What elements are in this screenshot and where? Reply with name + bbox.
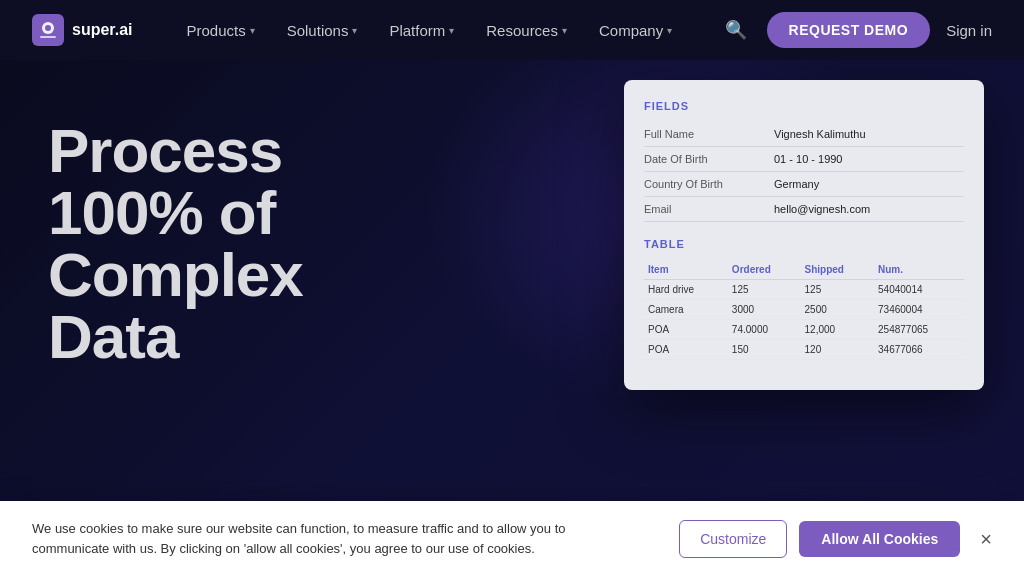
chevron-down-icon: ▾: [250, 25, 255, 36]
hero-section: Process 100% of Complex Data FIELDS Full…: [0, 60, 1024, 576]
table-row: Camera3000250073460004: [644, 300, 964, 320]
nav-item-resources[interactable]: Resources ▾: [472, 14, 581, 47]
col-header-shipped: Shipped: [801, 260, 875, 280]
logo-icon: [32, 14, 64, 46]
search-icon: 🔍: [725, 20, 747, 40]
nav-actions: 🔍 REQUEST DEMO Sign in: [721, 12, 992, 48]
nav-item-solutions[interactable]: Solutions ▾: [273, 14, 372, 47]
chevron-down-icon: ▾: [562, 25, 567, 36]
allow-cookies-button[interactable]: Allow All Cookies: [799, 521, 960, 557]
logo-text: super.ai: [72, 21, 132, 39]
nav-item-platform[interactable]: Platform ▾: [375, 14, 468, 47]
cookie-text: We use cookies to make sure our website …: [32, 519, 632, 558]
close-cookie-banner-button[interactable]: ×: [980, 529, 992, 549]
chevron-down-icon: ▾: [449, 25, 454, 36]
table-section: TABLE Item Ordered Shipped Num. Hard dri…: [644, 238, 964, 360]
navigation: super.ai Products ▾ Solutions ▾ Platform…: [0, 0, 1024, 60]
field-row-fullname: Full Name Vignesh Kalimuthu: [644, 122, 964, 147]
table-label: TABLE: [644, 238, 964, 250]
data-table: Item Ordered Shipped Num. Hard drive1251…: [644, 260, 964, 360]
field-row-email: Email hello@vignesh.com: [644, 197, 964, 222]
chevron-down-icon: ▾: [667, 25, 672, 36]
logo[interactable]: super.ai: [32, 14, 132, 46]
svg-point-2: [45, 25, 51, 31]
nav-links: Products ▾ Solutions ▾ Platform ▾ Resour…: [172, 14, 720, 47]
hero-text: Process 100% of Complex Data: [48, 120, 303, 368]
field-row-country: Country Of Birth Germany: [644, 172, 964, 197]
customize-button[interactable]: Customize: [679, 520, 787, 558]
cookie-actions: Customize Allow All Cookies ×: [679, 520, 992, 558]
close-icon: ×: [980, 528, 992, 550]
cookie-banner: We use cookies to make sure our website …: [0, 501, 1024, 576]
table-row: POA15012034677066: [644, 340, 964, 360]
table-row: Hard drive12512554040014: [644, 280, 964, 300]
nav-item-company[interactable]: Company ▾: [585, 14, 686, 47]
nav-item-products[interactable]: Products ▾: [172, 14, 268, 47]
document-mockup: FIELDS Full Name Vignesh Kalimuthu Date …: [624, 80, 984, 390]
chevron-down-icon: ▾: [352, 25, 357, 36]
table-row: POA74.000012,000254877065: [644, 320, 964, 340]
hero-title: Process 100% of Complex Data: [48, 120, 303, 368]
fields-section: FIELDS Full Name Vignesh Kalimuthu Date …: [644, 100, 964, 222]
col-header-ordered: Ordered: [728, 260, 801, 280]
col-header-item: Item: [644, 260, 728, 280]
request-demo-button[interactable]: REQUEST DEMO: [767, 12, 931, 48]
fields-label: FIELDS: [644, 100, 964, 112]
col-header-num: Num.: [874, 260, 964, 280]
svg-rect-3: [40, 36, 56, 38]
field-row-dob: Date Of Birth 01 - 10 - 1990: [644, 147, 964, 172]
sign-in-button[interactable]: Sign in: [946, 22, 992, 39]
search-button[interactable]: 🔍: [721, 15, 751, 45]
